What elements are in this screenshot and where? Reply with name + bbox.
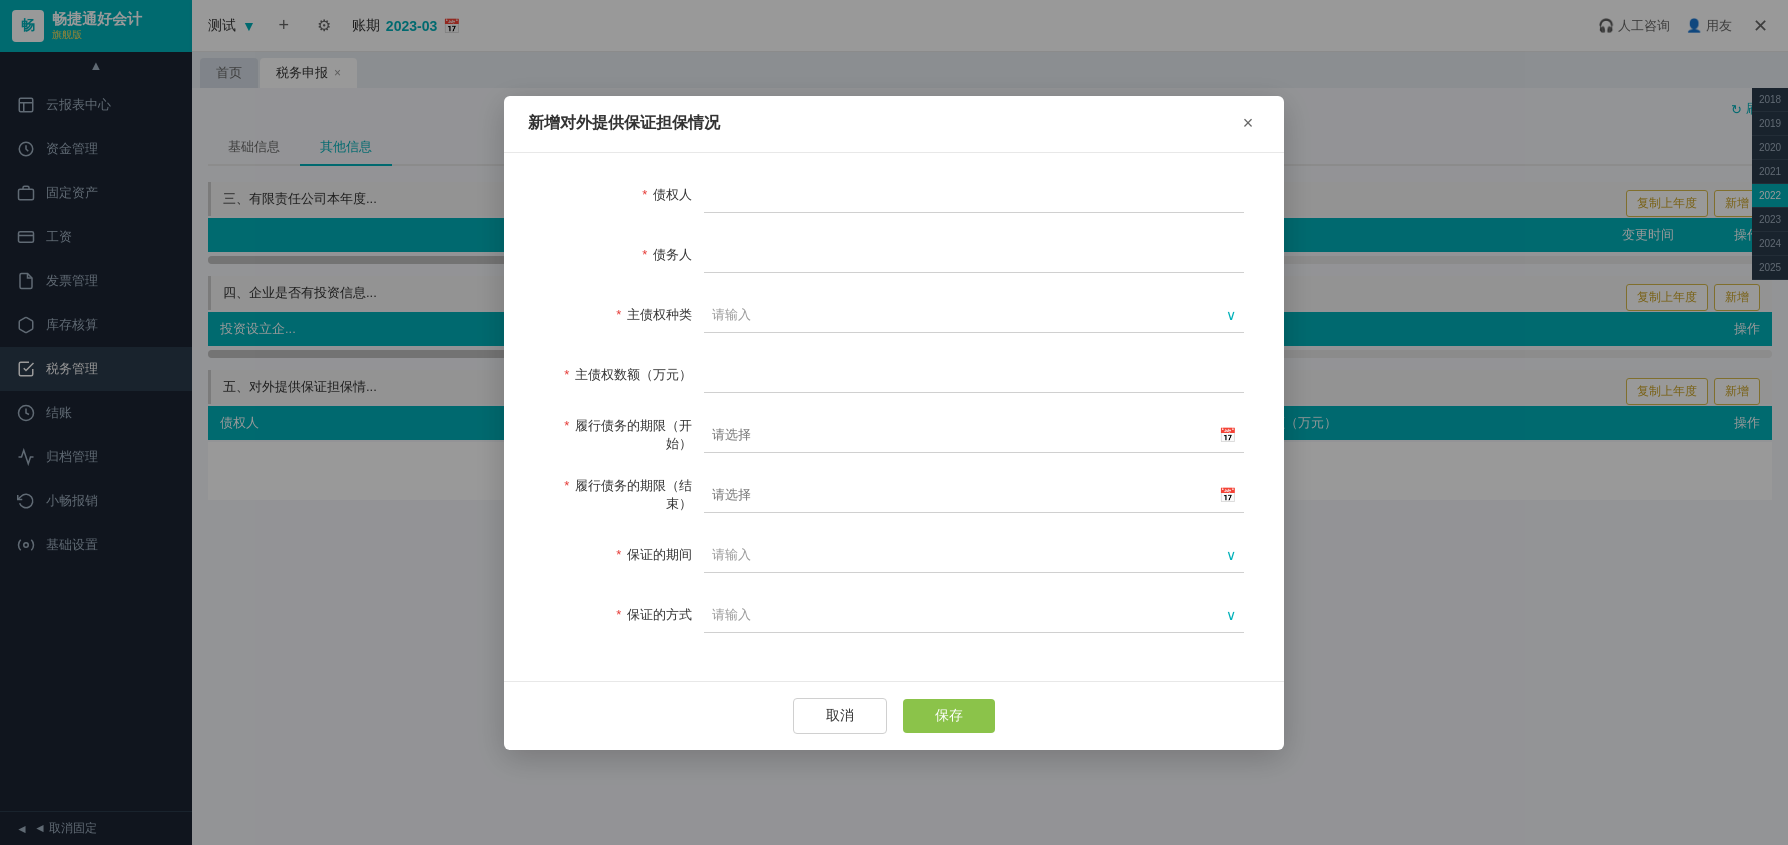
form-label-creditor: * 债权人 <box>544 186 704 204</box>
cancel-button[interactable]: 取消 <box>793 698 887 734</box>
form-date-start[interactable] <box>704 417 1244 453</box>
modal-body: * 债权人 * 债务人 * 主债权种类 <box>504 153 1284 681</box>
form-select-claim-type[interactable]: 请输入 <box>704 297 1244 333</box>
form-field-debtor: * 债务人 <box>544 237 1244 273</box>
form-field-start-date: * 履行债务的期限（开始） 📅 <box>544 417 1244 453</box>
modal-overlay[interactable]: 新增对外提供保证担保情况 × * 债权人 * 债务人 <box>0 0 1788 845</box>
form-date-wrapper-end: 📅 <box>704 477 1244 513</box>
form-label-end-date: * 履行债务的期限（结束） <box>544 477 704 513</box>
modal: 新增对外提供保证担保情况 × * 债权人 * 债务人 <box>504 96 1284 750</box>
form-select-wrapper-guarantee-method: 请输入 ∨ <box>704 597 1244 633</box>
form-label-claim-type: * 主债权种类 <box>544 306 704 324</box>
form-input-claim-amount[interactable] <box>704 357 1244 393</box>
form-label-guarantee-period: * 保证的期间 <box>544 546 704 564</box>
form-date-end[interactable] <box>704 477 1244 513</box>
form-label-claim-amount: * 主债权数额（万元） <box>544 366 704 384</box>
form-field-guarantee-method: * 保证的方式 请输入 ∨ <box>544 597 1244 633</box>
modal-footer: 取消 保存 <box>504 681 1284 750</box>
form-field-creditor: * 债权人 <box>544 177 1244 213</box>
form-field-claim-amount: * 主债权数额（万元） <box>544 357 1244 393</box>
modal-header: 新增对外提供保证担保情况 × <box>504 96 1284 153</box>
form-select-wrapper-claim-type: 请输入 ∨ <box>704 297 1244 333</box>
form-input-debtor[interactable] <box>704 237 1244 273</box>
form-select-guarantee-period[interactable]: 请输入 <box>704 537 1244 573</box>
form-label-debtor: * 债务人 <box>544 246 704 264</box>
save-button[interactable]: 保存 <box>903 699 995 733</box>
form-label-start-date: * 履行债务的期限（开始） <box>544 417 704 453</box>
form-select-wrapper-guarantee-period: 请输入 ∨ <box>704 537 1244 573</box>
modal-close-button[interactable]: × <box>1236 112 1260 136</box>
form-field-guarantee-period: * 保证的期间 请输入 ∨ <box>544 537 1244 573</box>
form-select-guarantee-method[interactable]: 请输入 <box>704 597 1244 633</box>
form-date-wrapper-start: 📅 <box>704 417 1244 453</box>
modal-title: 新增对外提供保证担保情况 <box>528 113 720 134</box>
form-field-claim-type: * 主债权种类 请输入 ∨ <box>544 297 1244 333</box>
form-input-creditor[interactable] <box>704 177 1244 213</box>
form-field-end-date: * 履行债务的期限（结束） 📅 <box>544 477 1244 513</box>
form-label-guarantee-method: * 保证的方式 <box>544 606 704 624</box>
